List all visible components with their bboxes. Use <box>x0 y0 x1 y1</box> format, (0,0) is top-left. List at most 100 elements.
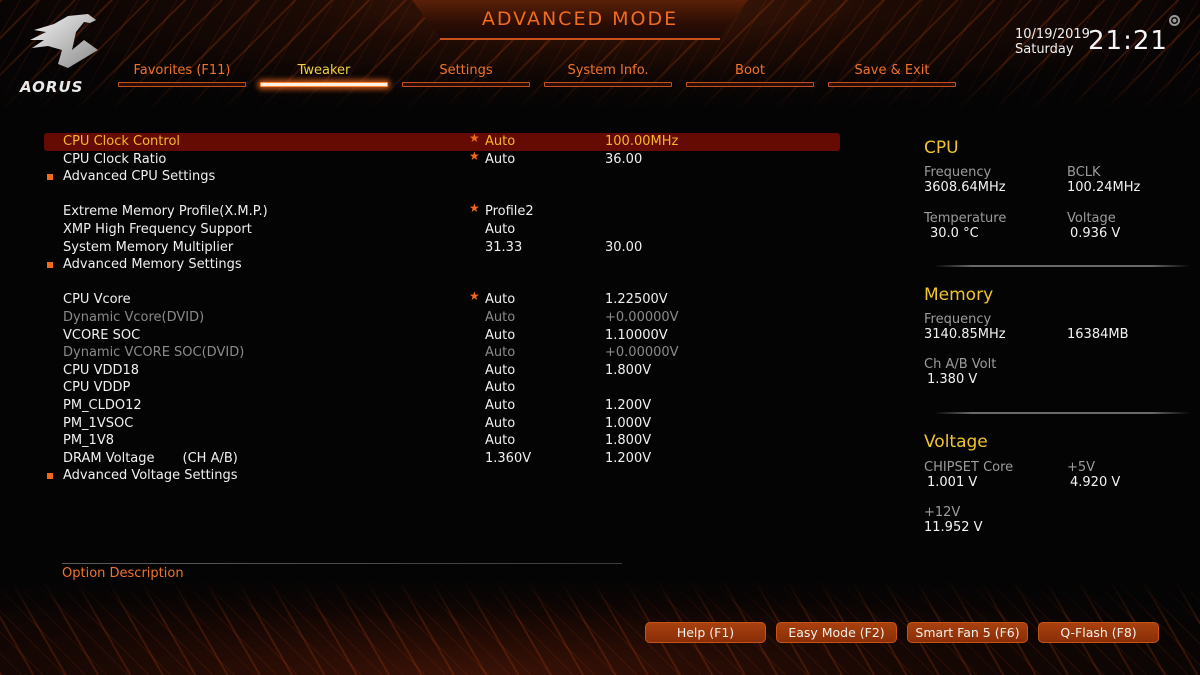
tab-settings[interactable]: Settings <box>402 62 530 87</box>
date: 10/19/2019 <box>1015 27 1090 42</box>
tab-label: Save & Exit <box>854 63 930 78</box>
tab-save-exit[interactable]: Save & Exit <box>828 62 956 87</box>
setting-row-memory-multiplier[interactable]: System Memory Multiplier 31.33 30.00 <box>44 239 840 257</box>
setting-row-pm-1vsoc[interactable]: PM_1VSOC Auto 1.000V <box>44 415 840 433</box>
setting-current: 30.00 <box>605 239 643 255</box>
setting-current: +0.00000V <box>605 309 679 325</box>
setting-value[interactable]: Auto <box>485 327 515 345</box>
memory-volt: Ch A/B Volt 1.380 V <box>924 357 996 387</box>
cpu-bclk: BCLK 100.24MHz <box>1067 165 1140 195</box>
setting-current: 36.00 <box>605 151 643 167</box>
star-icon: ★ <box>469 148 480 163</box>
tab-tweaker[interactable]: Tweaker <box>260 62 388 87</box>
memory-info-grid: Frequency 3140.85MHz 16384MB Ch A/B Volt… <box>924 307 1184 397</box>
setting-row-pm-1v8[interactable]: PM_1V8 Auto 1.800V <box>44 432 840 450</box>
label: Ch A/B Volt <box>924 357 997 372</box>
setting-value[interactable]: Auto <box>485 432 515 450</box>
submenu-bullet-icon <box>47 174 53 181</box>
setting-current: 1.000V <box>605 415 652 431</box>
setting-row-dram-voltage[interactable]: DRAM Voltage (CH A/B) 1.360V 1.200V <box>44 450 840 468</box>
setting-value[interactable]: Auto <box>485 415 515 433</box>
memory-info-panel: Memory Frequency 3140.85MHz 16384MB Ch A… <box>924 283 1184 397</box>
memory-frequency: Frequency 3140.85MHz <box>924 312 1006 342</box>
value: 30.0 °C <box>930 226 979 241</box>
setting-row-xmp[interactable]: Extreme Memory Profile(X.M.P.) ★ Profile… <box>44 201 840 221</box>
submenu-bullet-icon <box>47 473 53 480</box>
setting-value[interactable]: Auto <box>485 221 515 239</box>
setting-value: Auto <box>485 309 516 325</box>
cpu-info-title: CPU <box>924 138 959 158</box>
tab-indicator <box>260 82 388 87</box>
tab-label: Favorites (F11) <box>133 63 231 78</box>
submenu-advanced-memory-settings[interactable]: Advanced Memory Settings <box>44 256 840 274</box>
mode-banner-underline <box>440 38 720 40</box>
tab-boot[interactable]: Boot <box>686 62 814 87</box>
setting-row-cpu-vdd18[interactable]: CPU VDD18 Auto 1.800V <box>44 362 840 380</box>
setting-row-cpu-vcore[interactable]: CPU Vcore ★ Auto 1.22500V <box>44 289 840 309</box>
setting-row-cpu-clock-ratio[interactable]: CPU Clock Ratio ★ Auto 36.00 <box>44 148 840 169</box>
tab-label: Tweaker <box>297 63 351 78</box>
setting-value[interactable]: Auto <box>485 362 515 380</box>
star-icon: ★ <box>469 131 480 145</box>
cpu-info-panel: CPU Frequency 3608.64MHz BCLK 100.24MHz … <box>924 136 1184 250</box>
setting-row-pm-cldo12[interactable]: PM_CLDO12 Auto 1.200V <box>44 397 840 415</box>
setting-value[interactable]: 31.33 <box>485 239 522 257</box>
label: +5V <box>1067 460 1096 475</box>
info-separator <box>934 265 1190 267</box>
setting-label: Dynamic Vcore(DVID) <box>63 309 205 325</box>
setting-label-suffix: (CH A/B) <box>182 450 238 466</box>
memory-size: 16384MB <box>1067 327 1129 342</box>
setting-label: Extreme Memory Profile(X.M.P.) <box>63 204 268 220</box>
setting-label: CPU Clock Control <box>63 134 181 149</box>
label: Frequency <box>924 312 992 327</box>
setting-label: VCORE SOC <box>63 327 141 343</box>
setting-value[interactable]: Auto <box>485 291 515 309</box>
setting-value[interactable]: Auto <box>485 133 515 151</box>
value: 3140.85MHz <box>924 327 1006 342</box>
setting-value[interactable]: Profile2 <box>485 203 534 221</box>
voltage-info-title: Voltage <box>924 432 988 452</box>
setting-row-vcore-soc[interactable]: VCORE SOC Auto 1.10000V <box>44 327 840 345</box>
setting-label-text: DRAM Voltage <box>63 450 155 466</box>
setting-row-xmp-high-frequency[interactable]: XMP High Frequency Support Auto <box>44 221 840 239</box>
label: Frequency <box>924 165 992 180</box>
label: +12V <box>924 505 961 520</box>
setting-label: PM_1VSOC <box>63 415 134 431</box>
submenu-advanced-voltage-settings[interactable]: Advanced Voltage Settings <box>44 467 840 485</box>
submenu-label: Advanced Voltage Settings <box>63 468 238 484</box>
setting-value[interactable]: 1.360V <box>485 450 531 468</box>
gear-icon[interactable] <box>1169 15 1180 26</box>
tab-favorites[interactable]: Favorites (F11) <box>118 62 246 87</box>
plus12v-voltage: +12V 11.952 V <box>924 505 983 535</box>
setting-row-dynamic-vcore: Dynamic Vcore(DVID) Auto +0.00000V <box>44 309 840 327</box>
setting-value[interactable]: Auto <box>485 379 515 397</box>
setting-current: 1.200V <box>605 450 652 466</box>
setting-row-cpu-vddp[interactable]: CPU VDDP Auto <box>44 379 840 397</box>
tab-label: Settings <box>439 63 493 78</box>
setting-value[interactable]: Auto <box>485 151 515 169</box>
setting-label: PM_CLDO12 <box>63 397 142 413</box>
setting-value[interactable]: Auto <box>485 397 515 415</box>
smart-fan-button[interactable]: Smart Fan 5 (F6) <box>907 622 1028 643</box>
settings-list: CPU Clock Control ★ Auto 100.00MHz CPU C… <box>44 131 840 485</box>
tab-indicator <box>828 82 956 87</box>
bottom-toolbar: Help (F1) Easy Mode (F2) Smart Fan 5 (F6… <box>645 622 1169 643</box>
setting-row-cpu-clock-control[interactable]: CPU Clock Control ★ Auto 100.00MHz <box>44 131 840 151</box>
label: BCLK <box>1067 165 1101 180</box>
submenu-advanced-cpu-settings[interactable]: Advanced CPU Settings <box>44 168 840 186</box>
value: 3608.64MHz <box>924 180 1006 195</box>
option-description-title: Option Description <box>62 566 184 581</box>
q-flash-button[interactable]: Q-Flash (F8) <box>1038 622 1159 643</box>
voltage-info-grid: CHIPSET Core 1.001 V +5V 4.920 V +12V 11… <box>924 454 1184 554</box>
label: Voltage <box>1067 211 1116 226</box>
memory-info-title: Memory <box>924 285 994 305</box>
value: 100.24MHz <box>1067 180 1141 195</box>
setting-label: CPU VDD18 <box>63 362 140 378</box>
setting-label: DRAM Voltage (CH A/B) <box>63 450 238 468</box>
help-button[interactable]: Help (F1) <box>645 622 766 643</box>
easy-mode-button[interactable]: Easy Mode (F2) <box>776 622 897 643</box>
tab-system-info[interactable]: System Info. <box>544 62 672 87</box>
submenu-label: Advanced CPU Settings <box>63 169 216 185</box>
